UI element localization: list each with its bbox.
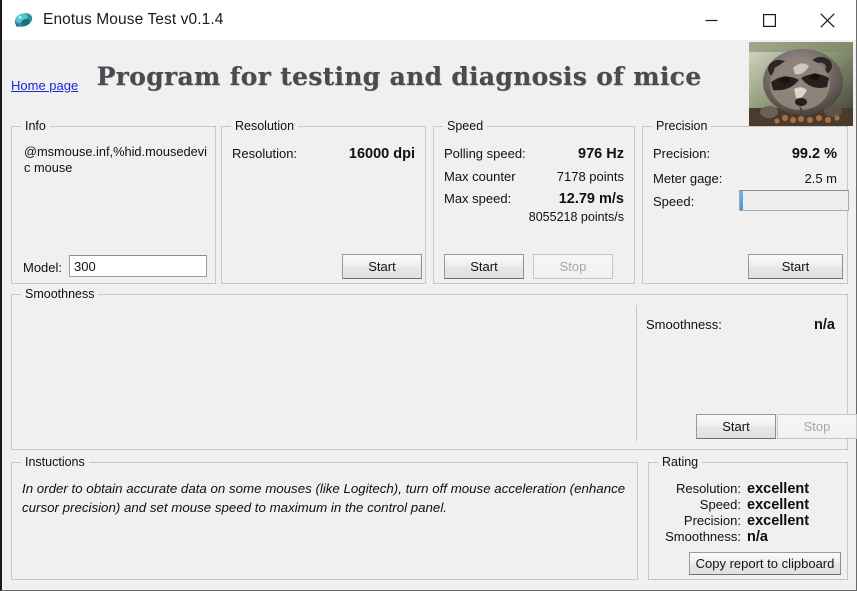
smoothness-label: Smoothness: [646, 317, 722, 332]
rating-row: Resolution: excellent [649, 481, 847, 497]
smoothness-divider [636, 305, 637, 441]
polling-speed-label: Polling speed: [444, 146, 526, 161]
page-title: Program for testing and diagnosis of mic… [96, 62, 702, 91]
page-header: Home page Program for testing and diagno… [2, 40, 856, 122]
title-bar: Enotus Mouse Test v0.1.4 [2, 0, 856, 40]
rating-smoothness-value: n/a [747, 529, 768, 545]
instructions-panel-legend: Instuctions [21, 455, 89, 469]
instructions-panel: Instuctions In order to obtain accurate … [11, 455, 638, 580]
smoothness-result-row: Smoothness: n/a [646, 317, 835, 336]
precision-speed-progressbar [739, 190, 849, 211]
progress-fill [740, 191, 744, 210]
max-counter-label: Max counter [444, 169, 516, 184]
speed-stop-button[interactable]: Stop [533, 254, 613, 279]
polling-speed-row: Polling speed: 976 Hz [444, 146, 624, 165]
precision-speed-label: Speed: [653, 194, 695, 209]
rating-resolution-label: Resolution: [675, 481, 741, 496]
close-button[interactable] [798, 0, 856, 40]
resolution-panel-legend: Resolution [231, 119, 299, 133]
info-panel: Info @msmouse.inf,%hid.mousedevic mouse … [11, 119, 216, 284]
rating-speed-label: Speed: [699, 497, 741, 512]
polling-speed-value: 976 Hz [578, 146, 624, 162]
smoothness-value: n/a [814, 317, 835, 333]
rating-panel: Rating Resolution: excellent Speed: exce… [648, 455, 848, 580]
speed-panel: Speed Polling speed: 976 Hz Max counter … [433, 119, 635, 284]
application-window: Enotus Mouse Test v0.1.4 Home page Progr… [0, 0, 857, 591]
rating-row: Smoothness: n/a [649, 529, 847, 545]
smoothness-stop-button[interactable]: Stop [777, 414, 857, 439]
rating-panel-legend: Rating [658, 455, 703, 469]
smoothness-panel: Smoothness Smoothness: n/a Start Stop [11, 287, 857, 450]
rating-row: Speed: excellent [649, 497, 847, 513]
smoothness-graph-area [12, 295, 636, 449]
smoothness-start-button[interactable]: Start [696, 414, 776, 439]
window-title: Enotus Mouse Test v0.1.4 [43, 11, 224, 28]
minimize-button[interactable] [682, 0, 740, 40]
max-speed-label: Max speed: [444, 191, 512, 206]
resolution-panel: Resolution Resolution: 16000 dpi Start [221, 119, 426, 284]
meter-gage-label: Meter gage: [653, 171, 723, 186]
precision-start-button[interactable]: Start [748, 254, 843, 279]
rating-precision-value: excellent [747, 513, 810, 529]
rating-speed-value: excellent [747, 497, 810, 513]
window-controls [682, 0, 856, 40]
max-speed-points-value: 8055218 points/s [528, 210, 624, 224]
mouse-icon [12, 10, 34, 30]
copy-report-button[interactable]: Copy report to clipboard [689, 552, 841, 575]
max-counter-value: 7178 points [556, 169, 624, 184]
rating-smoothness-label: Smoothness: [665, 529, 741, 544]
meter-gage-value: 2.5 m [804, 171, 837, 186]
maximize-button[interactable] [740, 0, 798, 40]
precision-panel: Precision Precision: 99.2 % Meter gage: … [642, 119, 849, 284]
max-counter-row: Max counter 7178 points [444, 169, 624, 188]
model-input[interactable]: 300 [69, 255, 207, 277]
instructions-text: In order to obtain accurate data on some… [22, 481, 626, 515]
resolution-start-button[interactable]: Start [342, 254, 422, 279]
precision-panel-legend: Precision [652, 119, 712, 133]
resolution-row: Resolution: 16000 dpi [232, 146, 415, 165]
rating-precision-label: Precision: [683, 513, 741, 528]
resolution-label: Resolution: [232, 146, 298, 161]
resolution-value: 16000 dpi [348, 146, 415, 162]
raccoon-photo [749, 42, 853, 126]
rating-resolution-value: excellent [747, 481, 810, 497]
max-speed-value: 12.79 m/s [558, 191, 624, 207]
rating-row: Precision: excellent [649, 513, 847, 529]
speed-panel-legend: Speed [443, 119, 488, 133]
info-panel-legend: Info [21, 119, 50, 133]
model-label: Model: [23, 260, 63, 275]
precision-label: Precision: [653, 146, 711, 161]
max-speed-row: Max speed: 12.79 m/s [444, 191, 624, 210]
meter-gage-row: Meter gage: 2.5 m [653, 171, 837, 190]
precision-value: 99.2 % [791, 146, 837, 162]
speed-start-button[interactable]: Start [444, 254, 524, 279]
precision-row: Precision: 99.2 % [653, 146, 837, 165]
device-info-text: @msmouse.inf,%hid.mousedevic mouse [24, 144, 207, 175]
